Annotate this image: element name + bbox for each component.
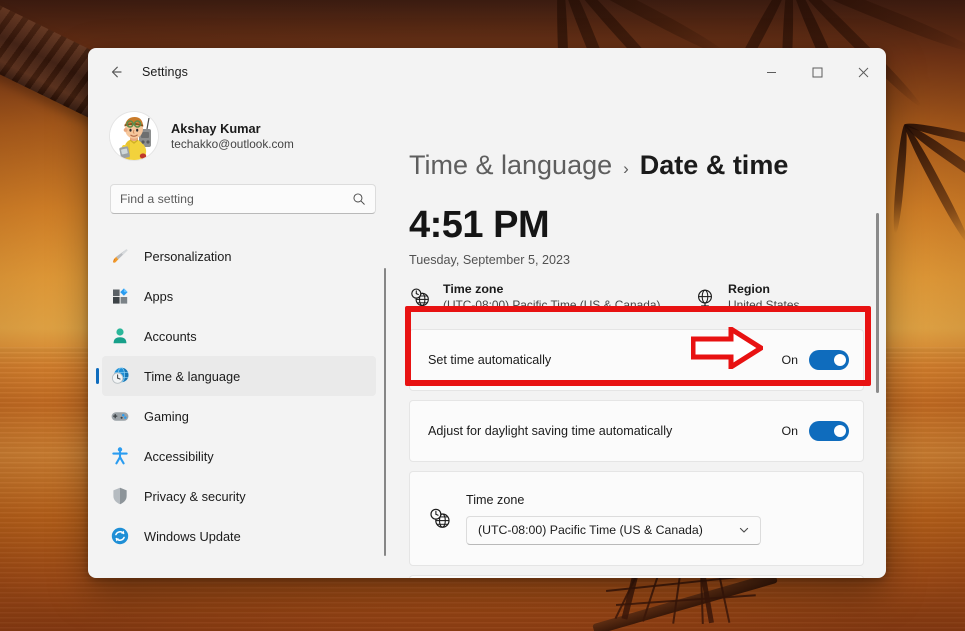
toggle-knob bbox=[834, 354, 846, 366]
back-button[interactable] bbox=[98, 56, 134, 88]
paintbrush-icon bbox=[110, 246, 130, 266]
clock-globe-icon bbox=[110, 366, 130, 386]
summary-region-title: Region bbox=[728, 282, 799, 296]
sidebar-item-windows-update[interactable]: Windows Update bbox=[102, 516, 376, 556]
back-arrow-icon bbox=[108, 64, 124, 80]
title-bar: Settings bbox=[88, 48, 886, 96]
search-icon bbox=[352, 192, 366, 206]
timezone-card-inner: Time zone (UTC-08:00) Pacific Time (US &… bbox=[428, 493, 849, 545]
globe-icon bbox=[694, 287, 716, 309]
breadcrumb-separator: › bbox=[623, 159, 629, 179]
sidebar-item-accounts[interactable]: Accounts bbox=[102, 316, 376, 356]
summary-row: Time zone (UTC-08:00) Pacific Time (US &… bbox=[409, 282, 886, 312]
person-icon bbox=[110, 326, 130, 346]
summary-region-value: United States bbox=[728, 298, 799, 312]
toggle-group: On bbox=[781, 421, 849, 441]
setting-label: Adjust for daylight saving time automati… bbox=[428, 424, 781, 438]
avatar bbox=[110, 112, 158, 160]
clock-globe-icon bbox=[409, 287, 431, 309]
timezone-heading: Time zone bbox=[466, 493, 761, 507]
setting-row-daylight-saving[interactable]: Adjust for daylight saving time automati… bbox=[409, 400, 864, 462]
sidebar-item-label: Accessibility bbox=[144, 449, 214, 464]
maximize-button[interactable] bbox=[794, 48, 840, 96]
window-body: Akshay Kumar techakko@outlook.com bbox=[88, 96, 886, 578]
summary-time-zone-title: Time zone bbox=[443, 282, 660, 296]
toggle-group: On bbox=[781, 350, 849, 370]
settings-window: Settings bbox=[88, 48, 886, 578]
setting-row-partial-below-fold[interactable] bbox=[409, 575, 864, 578]
account-summary[interactable]: Akshay Kumar techakko@outlook.com bbox=[102, 96, 390, 168]
close-icon bbox=[858, 67, 869, 78]
breadcrumb-parent[interactable]: Time & language bbox=[409, 150, 612, 181]
sidebar-item-label: Gaming bbox=[144, 409, 189, 424]
account-text: Akshay Kumar techakko@outlook.com bbox=[171, 121, 294, 151]
current-time: 4:51 PM bbox=[409, 206, 886, 244]
clock-globe-icon bbox=[428, 507, 452, 531]
sidebar-nav: Personalization Apps bbox=[102, 236, 390, 556]
sidebar-item-label: Accounts bbox=[144, 329, 197, 344]
current-date: Tuesday, September 5, 2023 bbox=[409, 253, 886, 267]
summary-region: Region United States bbox=[694, 282, 799, 312]
sidebar-item-label: Time & language bbox=[144, 369, 240, 384]
shield-icon bbox=[110, 486, 130, 506]
minimize-button[interactable] bbox=[748, 48, 794, 96]
sidebar-item-label: Privacy & security bbox=[144, 489, 246, 504]
sidebar-item-gaming[interactable]: Gaming bbox=[102, 396, 376, 436]
toggle-knob bbox=[834, 425, 846, 437]
account-email: techakko@outlook.com bbox=[171, 137, 294, 151]
chevron-down-icon bbox=[738, 524, 750, 536]
setting-label: Set time automatically bbox=[428, 353, 781, 367]
sidebar-scrollbar[interactable] bbox=[384, 268, 386, 556]
daylight-saving-toggle[interactable] bbox=[809, 421, 849, 441]
desktop-wallpaper: Settings bbox=[0, 0, 965, 631]
minimize-icon bbox=[766, 67, 777, 78]
settings-cards: Set time automatically On Adjust for day… bbox=[409, 329, 864, 578]
timezone-fields: Time zone (UTC-08:00) Pacific Time (US &… bbox=[466, 493, 761, 545]
summary-time-zone-value: (UTC-08:00) Pacific Time (US & Canada) bbox=[443, 298, 660, 312]
search-input[interactable] bbox=[120, 192, 352, 206]
toggle-state-label: On bbox=[781, 353, 798, 367]
sidebar: Akshay Kumar techakko@outlook.com bbox=[88, 96, 390, 578]
content-scrollbar[interactable] bbox=[876, 213, 879, 393]
setting-row-set-time-automatically[interactable]: Set time automatically On bbox=[409, 329, 864, 391]
breadcrumb: Time & language › Date & time bbox=[409, 96, 886, 181]
refresh-circle-icon bbox=[110, 526, 130, 546]
timezone-select[interactable]: (UTC-08:00) Pacific Time (US & Canada) bbox=[466, 516, 761, 545]
close-button[interactable] bbox=[840, 48, 886, 96]
sidebar-item-accessibility[interactable]: Accessibility bbox=[102, 436, 376, 476]
accessibility-icon bbox=[110, 446, 130, 466]
app-title: Settings bbox=[142, 65, 188, 79]
set-time-automatically-toggle[interactable] bbox=[809, 350, 849, 370]
sidebar-item-privacy-security[interactable]: Privacy & security bbox=[102, 476, 376, 516]
maximize-icon bbox=[812, 67, 823, 78]
sidebar-item-personalization[interactable]: Personalization bbox=[102, 236, 376, 276]
gamepad-icon bbox=[110, 406, 130, 426]
summary-time-zone: Time zone (UTC-08:00) Pacific Time (US &… bbox=[409, 282, 694, 312]
sidebar-item-label: Personalization bbox=[144, 249, 232, 264]
sidebar-item-label: Apps bbox=[144, 289, 173, 304]
user-avatar-cartoon bbox=[110, 112, 158, 160]
toggle-state-label: On bbox=[781, 424, 798, 438]
apps-grid-icon bbox=[110, 286, 130, 306]
sidebar-item-time-language[interactable]: Time & language bbox=[102, 356, 376, 396]
search-box[interactable] bbox=[110, 184, 376, 214]
sidebar-item-label: Windows Update bbox=[144, 529, 241, 544]
main-content: Time & language › Date & time 4:51 PM Tu… bbox=[390, 96, 886, 578]
account-name: Akshay Kumar bbox=[171, 121, 294, 136]
page-title: Date & time bbox=[640, 150, 789, 181]
timezone-selected-value: (UTC-08:00) Pacific Time (US & Canada) bbox=[478, 523, 703, 537]
timezone-card: Time zone (UTC-08:00) Pacific Time (US &… bbox=[409, 471, 864, 566]
sidebar-item-apps[interactable]: Apps bbox=[102, 276, 376, 316]
window-caption-buttons bbox=[748, 48, 886, 96]
